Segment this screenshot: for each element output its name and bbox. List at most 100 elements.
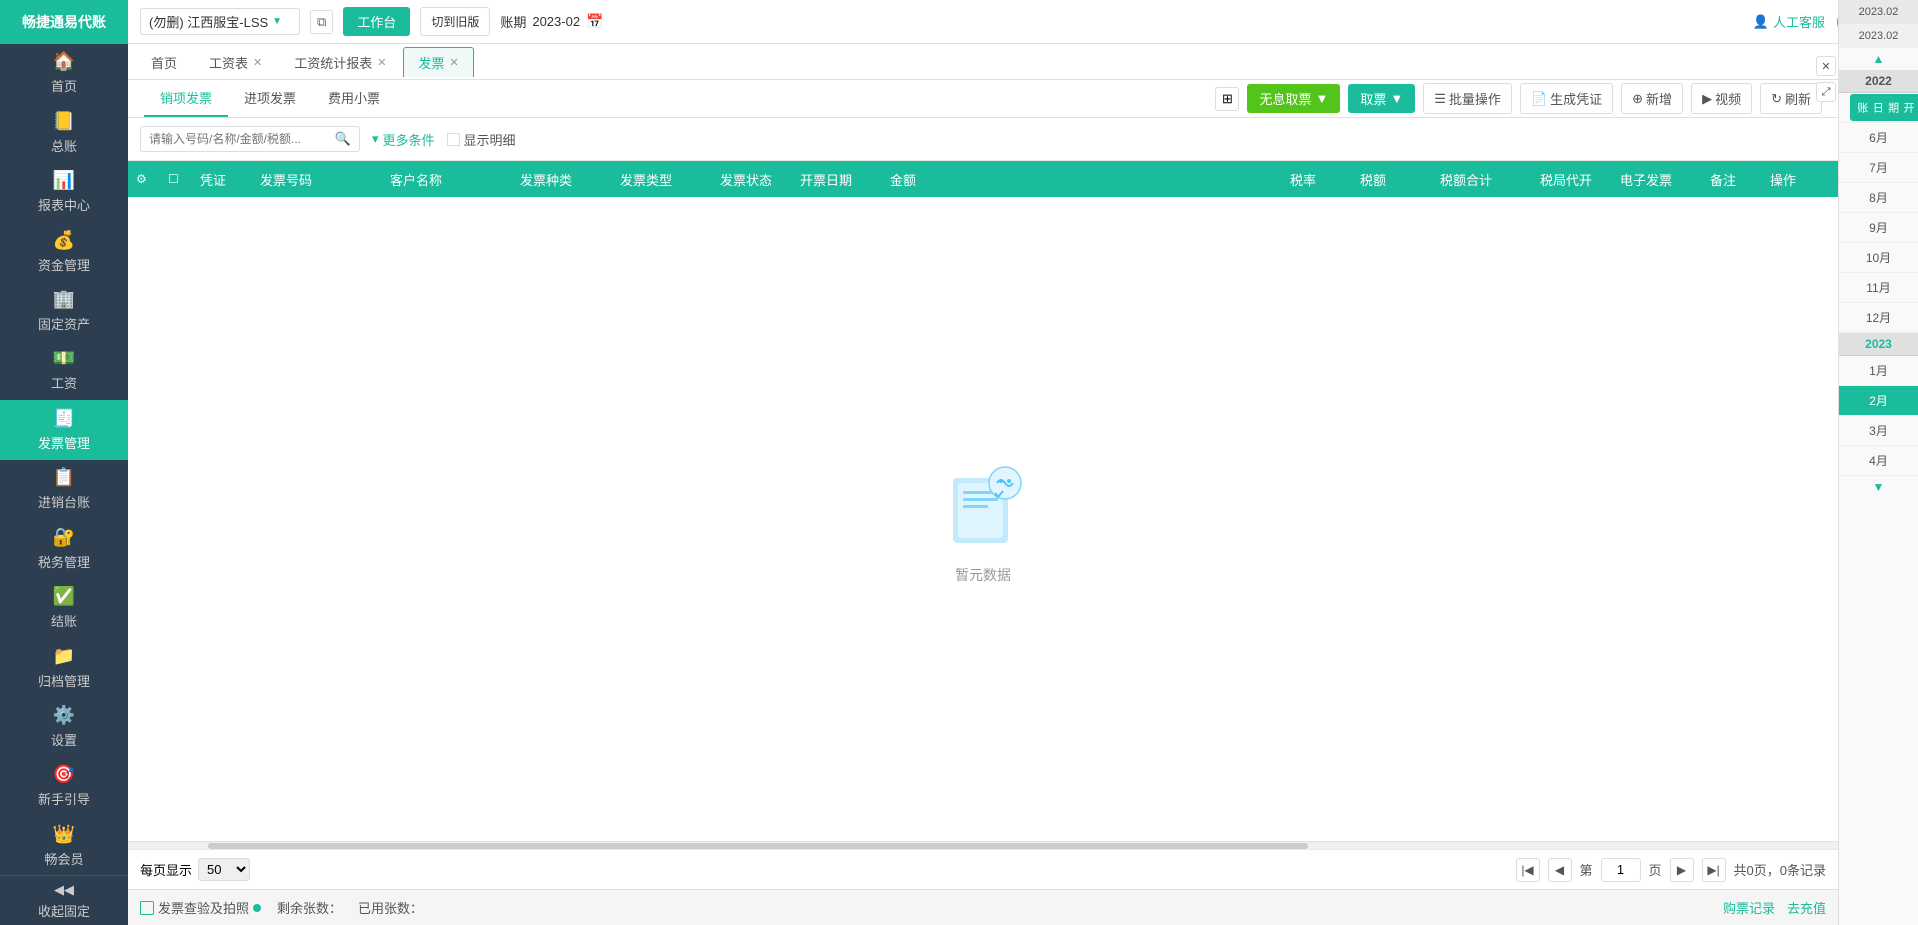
sidebar-item-label: 首页 — [51, 76, 77, 95]
month-2022-12[interactable]: 12月 — [1839, 303, 1918, 333]
month-2023-04[interactable]: 4月 — [1839, 446, 1918, 476]
th-customer[interactable]: 客户名称 ▼ — [390, 170, 520, 189]
last-page-button[interactable]: ▶| — [1702, 858, 1726, 882]
invoice-check-label: 发票查验及拍照 — [158, 898, 249, 917]
filter-button[interactable]: ▾ 更多条件 — [372, 130, 435, 149]
next-page-button[interactable]: ▶ — [1670, 858, 1694, 882]
th-total[interactable]: 税额合计 — [1440, 170, 1540, 189]
horizontal-scrollbar[interactable] — [128, 841, 1838, 849]
th-invoice-status[interactable]: 发票状态 ▼ — [720, 170, 800, 189]
no-deduction-button[interactable]: 无息取票 ▼ — [1247, 84, 1340, 113]
th-invoice-category[interactable]: 发票类型 ▼ — [620, 170, 720, 189]
recharge-link[interactable]: 去充值 — [1787, 898, 1826, 917]
sales-ledger-icon: 📋 — [53, 467, 75, 488]
sidebar-item-label: 报表中心 — [38, 195, 90, 214]
sidebar-item-close-account[interactable]: ✅ 结账 — [0, 578, 128, 637]
switch-old-version-button[interactable]: 切到旧版 — [420, 7, 490, 36]
tab-payroll-report[interactable]: 工资统计报表 ✕ — [279, 47, 401, 77]
grid-view-icon[interactable]: ⊞ — [1215, 87, 1239, 111]
display-detail-toggle[interactable]: 显示明细 — [447, 130, 516, 149]
th-note[interactable]: 备注 — [1710, 170, 1770, 189]
month-2023-02[interactable]: 2月 — [1839, 386, 1918, 416]
panel-close-button[interactable]: ✕ — [1816, 56, 1836, 76]
sidebar-item-member[interactable]: 👑 畅会员 — [0, 816, 128, 875]
sidebar-item-finance[interactable]: 💰 资金管理 — [0, 222, 128, 281]
tab-payroll-close[interactable]: ✕ — [253, 56, 262, 69]
th-date[interactable]: 开票日期 — [800, 170, 890, 189]
sidebar-item-tax[interactable]: 🔐 税务管理 — [0, 519, 128, 578]
subtab-purchase-invoice[interactable]: 进项发票 — [228, 80, 312, 117]
period-calendar-icon[interactable]: 📅 — [586, 13, 603, 30]
subtab-sales-invoice[interactable]: 销项发票 — [144, 80, 228, 117]
sidebar-item-payroll[interactable]: 💵 工资 — [0, 341, 128, 400]
month-2022-08[interactable]: 8月 — [1839, 183, 1918, 213]
video-button[interactable]: ▶ 视频 — [1691, 83, 1752, 114]
tab-payroll-report-label: 工资统计报表 — [294, 53, 372, 72]
first-page-button[interactable]: |◀ — [1516, 858, 1540, 882]
month-2022-06[interactable]: 6月 — [1839, 123, 1918, 153]
panel-expand-button[interactable]: ⤢ — [1816, 82, 1836, 102]
sidebar-item-reports[interactable]: 📊 报表中心 — [0, 162, 128, 221]
date-panel-down-icon[interactable]: ▼ — [1839, 476, 1918, 498]
th-tax[interactable]: 税额 — [1360, 170, 1440, 189]
invoice-check-checkbox[interactable] — [140, 901, 154, 915]
sidebar-item-sales-ledger[interactable]: 📋 进销台账 — [0, 460, 128, 519]
th-tax-code[interactable]: 税局代开 — [1540, 170, 1620, 189]
sidebar-collapse-fixed[interactable]: ◀◀ 收起固定 — [0, 875, 128, 925]
th-tax-rate[interactable]: 税率 ▼ — [1290, 170, 1360, 189]
purchase-record-link[interactable]: 购票记录 — [1723, 898, 1775, 917]
customer-service[interactable]: 👤 人工客服 — [1753, 12, 1825, 31]
new-button[interactable]: ⊕ 新增 — [1621, 83, 1683, 114]
th-check[interactable]: ☐ — [168, 172, 200, 186]
sidebar-item-settings[interactable]: ⚙️ 设置 — [0, 697, 128, 756]
tab-payroll[interactable]: 工资表 ✕ — [194, 47, 277, 77]
new-icon: ⊕ — [1632, 91, 1643, 107]
th-invoice-no[interactable]: 发票号码 ▼ — [260, 170, 390, 189]
sidebar-item-archive[interactable]: 📁 归档管理 — [0, 638, 128, 697]
generate-voucher-icon: 📄 — [1531, 91, 1547, 107]
sidebar-item-guide[interactable]: 🎯 新手引导 — [0, 757, 128, 816]
bottombar-links: 购票记录 去充值 — [1723, 898, 1826, 917]
subtab-expense-receipt[interactable]: 费用小票 — [312, 80, 396, 117]
search-field[interactable]: 🔍 — [140, 126, 360, 152]
month-2023-03[interactable]: 3月 — [1839, 416, 1918, 446]
sidebar-item-invoice[interactable]: 🧾 发票管理 — [0, 400, 128, 459]
th-voucher[interactable]: 凭证 ▼ — [200, 170, 260, 189]
th-invoice-type[interactable]: 发票种类 ▼ — [520, 170, 620, 189]
scrollbar-thumb[interactable] — [208, 843, 1308, 849]
get-ticket-button[interactable]: 取票 ▼ — [1348, 84, 1415, 113]
th-amount[interactable]: 金额 — [890, 170, 1290, 189]
open-period-button[interactable]: 开期日账 — [1850, 94, 1918, 121]
tab-payroll-report-close[interactable]: ✕ — [377, 56, 386, 69]
month-2022-09[interactable]: 9月 — [1839, 213, 1918, 243]
sidebar-item-assets[interactable]: 🏢 固定资产 — [0, 281, 128, 340]
sidebar-item-label: 资金管理 — [38, 255, 90, 274]
batch-ops-button[interactable]: ☰ 批量操作 — [1423, 83, 1512, 114]
refresh-button[interactable]: ↻ 刷新 — [1760, 83, 1822, 114]
display-detail-checkbox[interactable] — [447, 133, 460, 146]
ledger-icon: 📒 — [53, 111, 75, 132]
tab-invoice-close[interactable]: ✕ — [450, 56, 459, 69]
month-2023-01[interactable]: 1月 — [1839, 356, 1918, 386]
month-2022-10[interactable]: 10月 — [1839, 243, 1918, 273]
month-2022-07[interactable]: 7月 — [1839, 153, 1918, 183]
sidebar-item-label: 进销台账 — [38, 492, 90, 511]
sidebar-item-home[interactable]: 🏠 首页 — [0, 44, 128, 103]
sidebar-item-label: 总账 — [51, 136, 77, 155]
company-selector[interactable]: (勿删) 江西服宝-LSS ▼ — [140, 8, 300, 35]
sidebar-item-ledger[interactable]: 📒 总账 — [0, 103, 128, 162]
prev-page-button[interactable]: ◀ — [1548, 858, 1572, 882]
search-input[interactable] — [149, 132, 329, 146]
tab-invoice[interactable]: 发票 ✕ — [403, 47, 473, 77]
month-2022-11[interactable]: 11月 — [1839, 273, 1918, 303]
page-number-input[interactable] — [1601, 858, 1641, 882]
workbench-button[interactable]: 工作台 — [343, 7, 410, 36]
per-page-select[interactable]: 50 100 200 — [198, 858, 250, 881]
th-electronic[interactable]: 电子发票 ▼ — [1620, 170, 1710, 189]
display-detail-label: 显示明细 — [464, 130, 516, 149]
pagination-controls: |◀ ◀ 第 页 ▶ ▶| 共0页，0条记录 — [1516, 858, 1827, 882]
copy-button[interactable]: ⧉ — [310, 10, 333, 34]
tab-home[interactable]: 首页 — [136, 47, 192, 77]
date-panel-up-icon[interactable]: ▲ — [1839, 48, 1918, 70]
generate-voucher-button[interactable]: 📄 生成凭证 — [1520, 83, 1613, 114]
